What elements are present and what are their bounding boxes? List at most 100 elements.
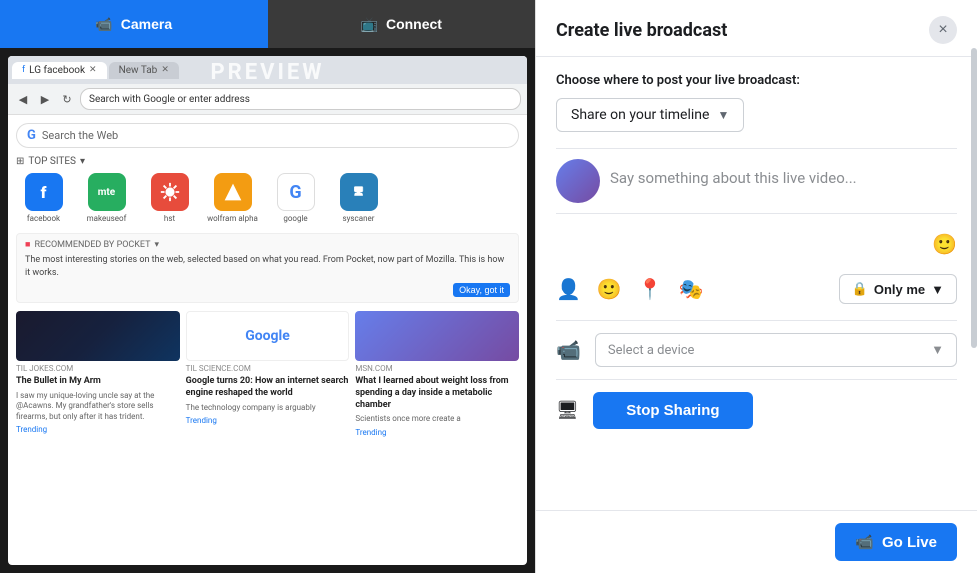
tab-camera[interactable]: 📹 Camera — [0, 0, 268, 48]
article-2-image: Google — [186, 311, 350, 361]
google-logo: G — [27, 128, 36, 143]
right-footer: 📹 Go Live — [536, 510, 977, 573]
article-2-source: TIL SCIENCE.COM — [186, 364, 350, 373]
forward-btn[interactable]: ▶ — [36, 90, 54, 108]
browser-tab-active[interactable]: f LG facebook ✕ — [12, 62, 107, 79]
go-live-label: Go Live — [882, 534, 937, 551]
article-1-trending: Trending — [16, 425, 180, 434]
right-header: Create live broadcast × — [536, 0, 977, 57]
address-bar[interactable]: Search with Google or enter address — [80, 88, 521, 110]
site-name-mte: makeuseof — [87, 214, 127, 223]
feeling-icon[interactable]: 🎭 — [679, 277, 704, 301]
site-google[interactable]: G google — [268, 173, 323, 223]
device-select-placeholder: Select a device — [608, 343, 695, 358]
device-select-arrow: ▼ — [931, 342, 944, 358]
site-wolfram[interactable]: wolfram alpha — [205, 173, 260, 223]
chevron-down-icon: ▼ — [717, 108, 729, 122]
lock-icon: 🔒 — [852, 281, 868, 297]
connect-tab-label: Connect — [386, 16, 442, 32]
article-3-excerpt: Scientists once more create a — [355, 414, 519, 424]
pocket-recommendation: ■ RECOMMENDED BY POCKET ▾ The most inter… — [16, 233, 519, 303]
google-icon: G — [277, 173, 315, 211]
video-camera-icon: 📹 — [556, 338, 581, 362]
left-panel: 📹 Camera 📺 Connect PREVIEW f LG facebook… — [0, 0, 535, 573]
privacy-button[interactable]: 🔒 Only me ▼ — [839, 274, 957, 304]
pocket-checkbox-icon: ■ — [25, 239, 30, 250]
connect-icon: 📺 — [361, 16, 378, 33]
pocket-chevron: ▾ — [155, 240, 160, 250]
camera-icon: 📹 — [95, 16, 112, 33]
wolfram-icon — [214, 173, 252, 211]
new-tab-label: New Tab — [119, 65, 158, 76]
site-name-wolfram: wolfram alpha — [207, 214, 258, 223]
mte-icon: mte — [88, 173, 126, 211]
sites-grid: f facebook mte makeuseof hst — [16, 173, 519, 223]
scrollbar[interactable] — [971, 48, 977, 348]
browser-nav: ◀ ▶ ↻ Search with Google or enter addres… — [8, 84, 527, 114]
right-body: Choose where to post your live broadcast… — [536, 57, 977, 510]
timeline-dropdown[interactable]: Share on your timeline ▼ — [556, 98, 744, 132]
fb-favicon: f — [22, 65, 25, 75]
screen-share-section: 🖥 Stop Sharing — [556, 380, 957, 441]
site-facebook[interactable]: f facebook — [16, 173, 71, 223]
tag-people-icon[interactable]: 👤 — [556, 277, 581, 301]
site-name-syscaner: syscaner — [343, 214, 375, 223]
article-3: MSN.COM What I learned about weight loss… — [355, 311, 519, 436]
browser-content: G Search the Web ⊞ TOP SITES ▾ f faceboo… — [8, 115, 527, 445]
preview-label: PREVIEW — [210, 60, 324, 85]
tab-connect[interactable]: 📺 Connect — [268, 0, 536, 48]
location-icon[interactable]: 📍 — [638, 277, 663, 301]
pocket-ok-btn[interactable]: Okay, got it — [453, 283, 510, 297]
article-1-excerpt: I saw my unique-loving uncle say at the … — [16, 391, 180, 422]
reload-btn[interactable]: ↻ — [58, 90, 76, 108]
facebook-icon: f — [25, 173, 63, 211]
article-3-image — [355, 311, 519, 361]
address-text: Search with Google or enter address — [89, 94, 250, 105]
google-search-bar[interactable]: G Search the Web — [16, 123, 519, 148]
new-tab-close-icon[interactable]: ✕ — [161, 65, 169, 75]
pocket-label: ■ RECOMMENDED BY POCKET ▾ — [25, 239, 510, 250]
emoji-button[interactable]: 🙂 — [932, 232, 957, 256]
go-live-button[interactable]: 📹 Go Live — [835, 523, 957, 561]
article-2-excerpt: The technology company is arguably — [186, 403, 350, 413]
article-2-title: Google turns 20: How an internet search … — [186, 376, 350, 399]
device-section: 📹 Select a device ▼ — [556, 321, 957, 380]
article-1-title: The Bullet in My Arm — [16, 376, 180, 388]
browser-tab-new[interactable]: New Tab ✕ — [109, 62, 179, 79]
site-name-facebook: facebook — [27, 214, 60, 223]
article-1-source: TIL JOKES.COM — [16, 364, 180, 373]
syscaner-icon: 🖥 — [340, 173, 378, 211]
pocket-text: The most interesting stories on the web,… — [25, 254, 510, 279]
right-panel: Create live broadcast × Choose where to … — [535, 0, 977, 573]
back-btn[interactable]: ◀ — [14, 90, 32, 108]
article-1-image — [16, 311, 180, 361]
article-3-title: What I learned about weight loss from sp… — [355, 376, 519, 411]
site-syscaner[interactable]: 🖥 syscaner — [331, 173, 386, 223]
articles-grid: TIL JOKES.COM The Bullet in My Arm I saw… — [16, 311, 519, 436]
post-composer: Say something about this live video... — [556, 148, 957, 214]
apps-icon: ⊞ — [16, 156, 24, 167]
composer-actions: 👤 🙂 📍 🎭 🔒 Only me ▼ — [556, 266, 957, 321]
device-select-dropdown[interactable]: Select a device ▼ — [595, 333, 957, 367]
site-hst[interactable]: hst — [142, 173, 197, 223]
site-name-hst: hst — [164, 214, 175, 223]
screen-icon: 🖥 — [556, 400, 579, 421]
site-mte[interactable]: mte makeuseof — [79, 173, 134, 223]
stop-sharing-button[interactable]: Stop Sharing — [593, 392, 753, 429]
tab-label-active: LG facebook — [29, 65, 85, 76]
composer-placeholder[interactable]: Say something about this live video... — [610, 159, 957, 187]
emoji-action-icon[interactable]: 🙂 — [597, 277, 622, 301]
tab-bar: 📹 Camera 📺 Connect — [0, 0, 535, 48]
search-placeholder: Search the Web — [42, 129, 118, 142]
top-sites-label: ⊞ TOP SITES ▾ — [16, 156, 519, 167]
tab-close-icon[interactable]: ✕ — [89, 65, 97, 75]
site-name-google: google — [283, 214, 307, 223]
chevron-down-icon: ▾ — [80, 156, 85, 167]
avatar — [556, 159, 600, 203]
article-1: TIL JOKES.COM The Bullet in My Arm I saw… — [16, 311, 180, 436]
close-button[interactable]: × — [929, 16, 957, 44]
choose-label: Choose where to post your live broadcast… — [556, 73, 957, 88]
hst-icon — [151, 173, 189, 211]
emoji-row: 🙂 — [556, 228, 957, 266]
article-3-trending: Trending — [355, 428, 519, 437]
